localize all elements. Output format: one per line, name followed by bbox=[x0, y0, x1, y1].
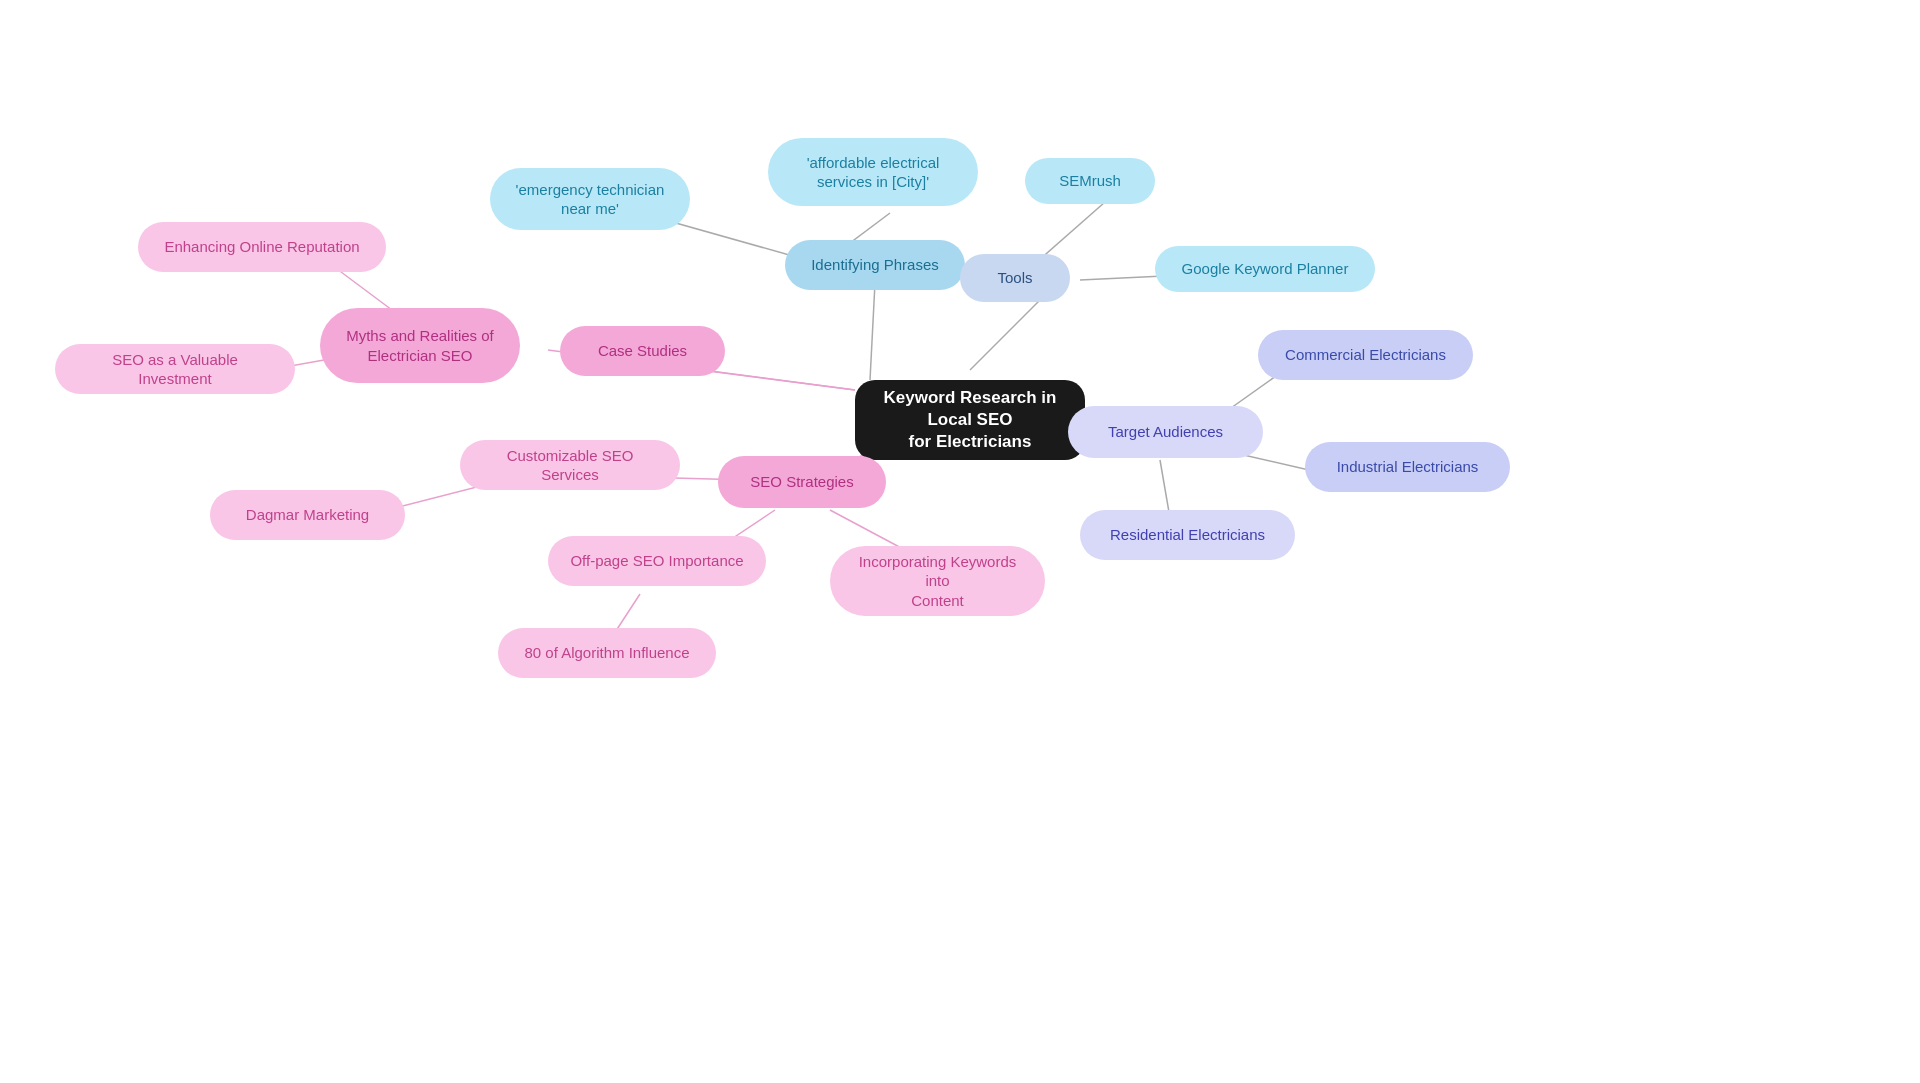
center-node: Keyword Research in Local SEO for Electr… bbox=[855, 380, 1085, 460]
myths-realities-label: Myths and Realities of Electrician SEO bbox=[346, 326, 494, 365]
center-label: Keyword Research in Local SEO for Electr… bbox=[875, 387, 1065, 453]
seo-valuable-investment-node: SEO as a Valuable Investment bbox=[55, 344, 295, 394]
case-studies-label: Case Studies bbox=[598, 341, 687, 361]
target-audiences-node: Target Audiences bbox=[1068, 406, 1263, 458]
algorithm-influence-node: 80 of Algorithm Influence bbox=[498, 628, 716, 678]
commercial-electricians-node: Commercial Electricians bbox=[1258, 330, 1473, 380]
customizable-seo-node: Customizable SEO Services bbox=[460, 440, 680, 490]
offpage-seo-node: Off-page SEO Importance bbox=[548, 536, 766, 586]
dagmar-marketing-label: Dagmar Marketing bbox=[246, 505, 369, 525]
affordable-electrical-node: 'affordable electrical services in [City… bbox=[768, 138, 978, 206]
offpage-seo-label: Off-page SEO Importance bbox=[570, 551, 743, 571]
seo-strategies-node: SEO Strategies bbox=[718, 456, 886, 508]
incorporating-keywords-label: Incorporating Keywords into Content bbox=[850, 552, 1025, 611]
identifying-phrases-node: Identifying Phrases bbox=[785, 240, 965, 290]
residential-electricians-node: Residential Electricians bbox=[1080, 510, 1295, 560]
case-studies-node: Case Studies bbox=[560, 326, 725, 376]
google-keyword-planner-node: Google Keyword Planner bbox=[1155, 246, 1375, 292]
myths-realities-node: Myths and Realities of Electrician SEO bbox=[320, 308, 520, 383]
industrial-electricians-node: Industrial Electricians bbox=[1305, 442, 1510, 492]
seo-valuable-investment-label: SEO as a Valuable Investment bbox=[75, 350, 275, 389]
tools-node: Tools bbox=[960, 254, 1070, 302]
customizable-seo-label: Customizable SEO Services bbox=[480, 446, 660, 485]
identifying-phrases-label: Identifying Phrases bbox=[811, 255, 939, 275]
industrial-electricians-label: Industrial Electricians bbox=[1337, 457, 1479, 477]
svg-line-3 bbox=[970, 292, 1048, 370]
semrush-label: SEMrush bbox=[1059, 171, 1121, 191]
tools-label: Tools bbox=[997, 268, 1032, 288]
emergency-technician-node: 'emergency technician near me' bbox=[490, 168, 690, 230]
commercial-electricians-label: Commercial Electricians bbox=[1285, 345, 1446, 365]
affordable-electrical-label: 'affordable electrical services in [City… bbox=[788, 153, 958, 192]
semrush-node: SEMrush bbox=[1025, 158, 1155, 204]
algorithm-influence-label: 80 of Algorithm Influence bbox=[524, 643, 689, 663]
target-audiences-label: Target Audiences bbox=[1108, 422, 1223, 442]
enhancing-reputation-node: Enhancing Online Reputation bbox=[138, 222, 386, 272]
incorporating-keywords-node: Incorporating Keywords into Content bbox=[830, 546, 1045, 616]
mindmap-container: Keyword Research in Local SEO for Electr… bbox=[0, 0, 1920, 1083]
dagmar-marketing-node: Dagmar Marketing bbox=[210, 490, 405, 540]
svg-line-0 bbox=[870, 283, 875, 380]
seo-strategies-label: SEO Strategies bbox=[750, 472, 853, 492]
residential-electricians-label: Residential Electricians bbox=[1110, 525, 1265, 545]
enhancing-reputation-label: Enhancing Online Reputation bbox=[164, 237, 359, 257]
google-keyword-planner-label: Google Keyword Planner bbox=[1182, 259, 1349, 279]
emergency-technician-label: 'emergency technician near me' bbox=[510, 180, 670, 219]
